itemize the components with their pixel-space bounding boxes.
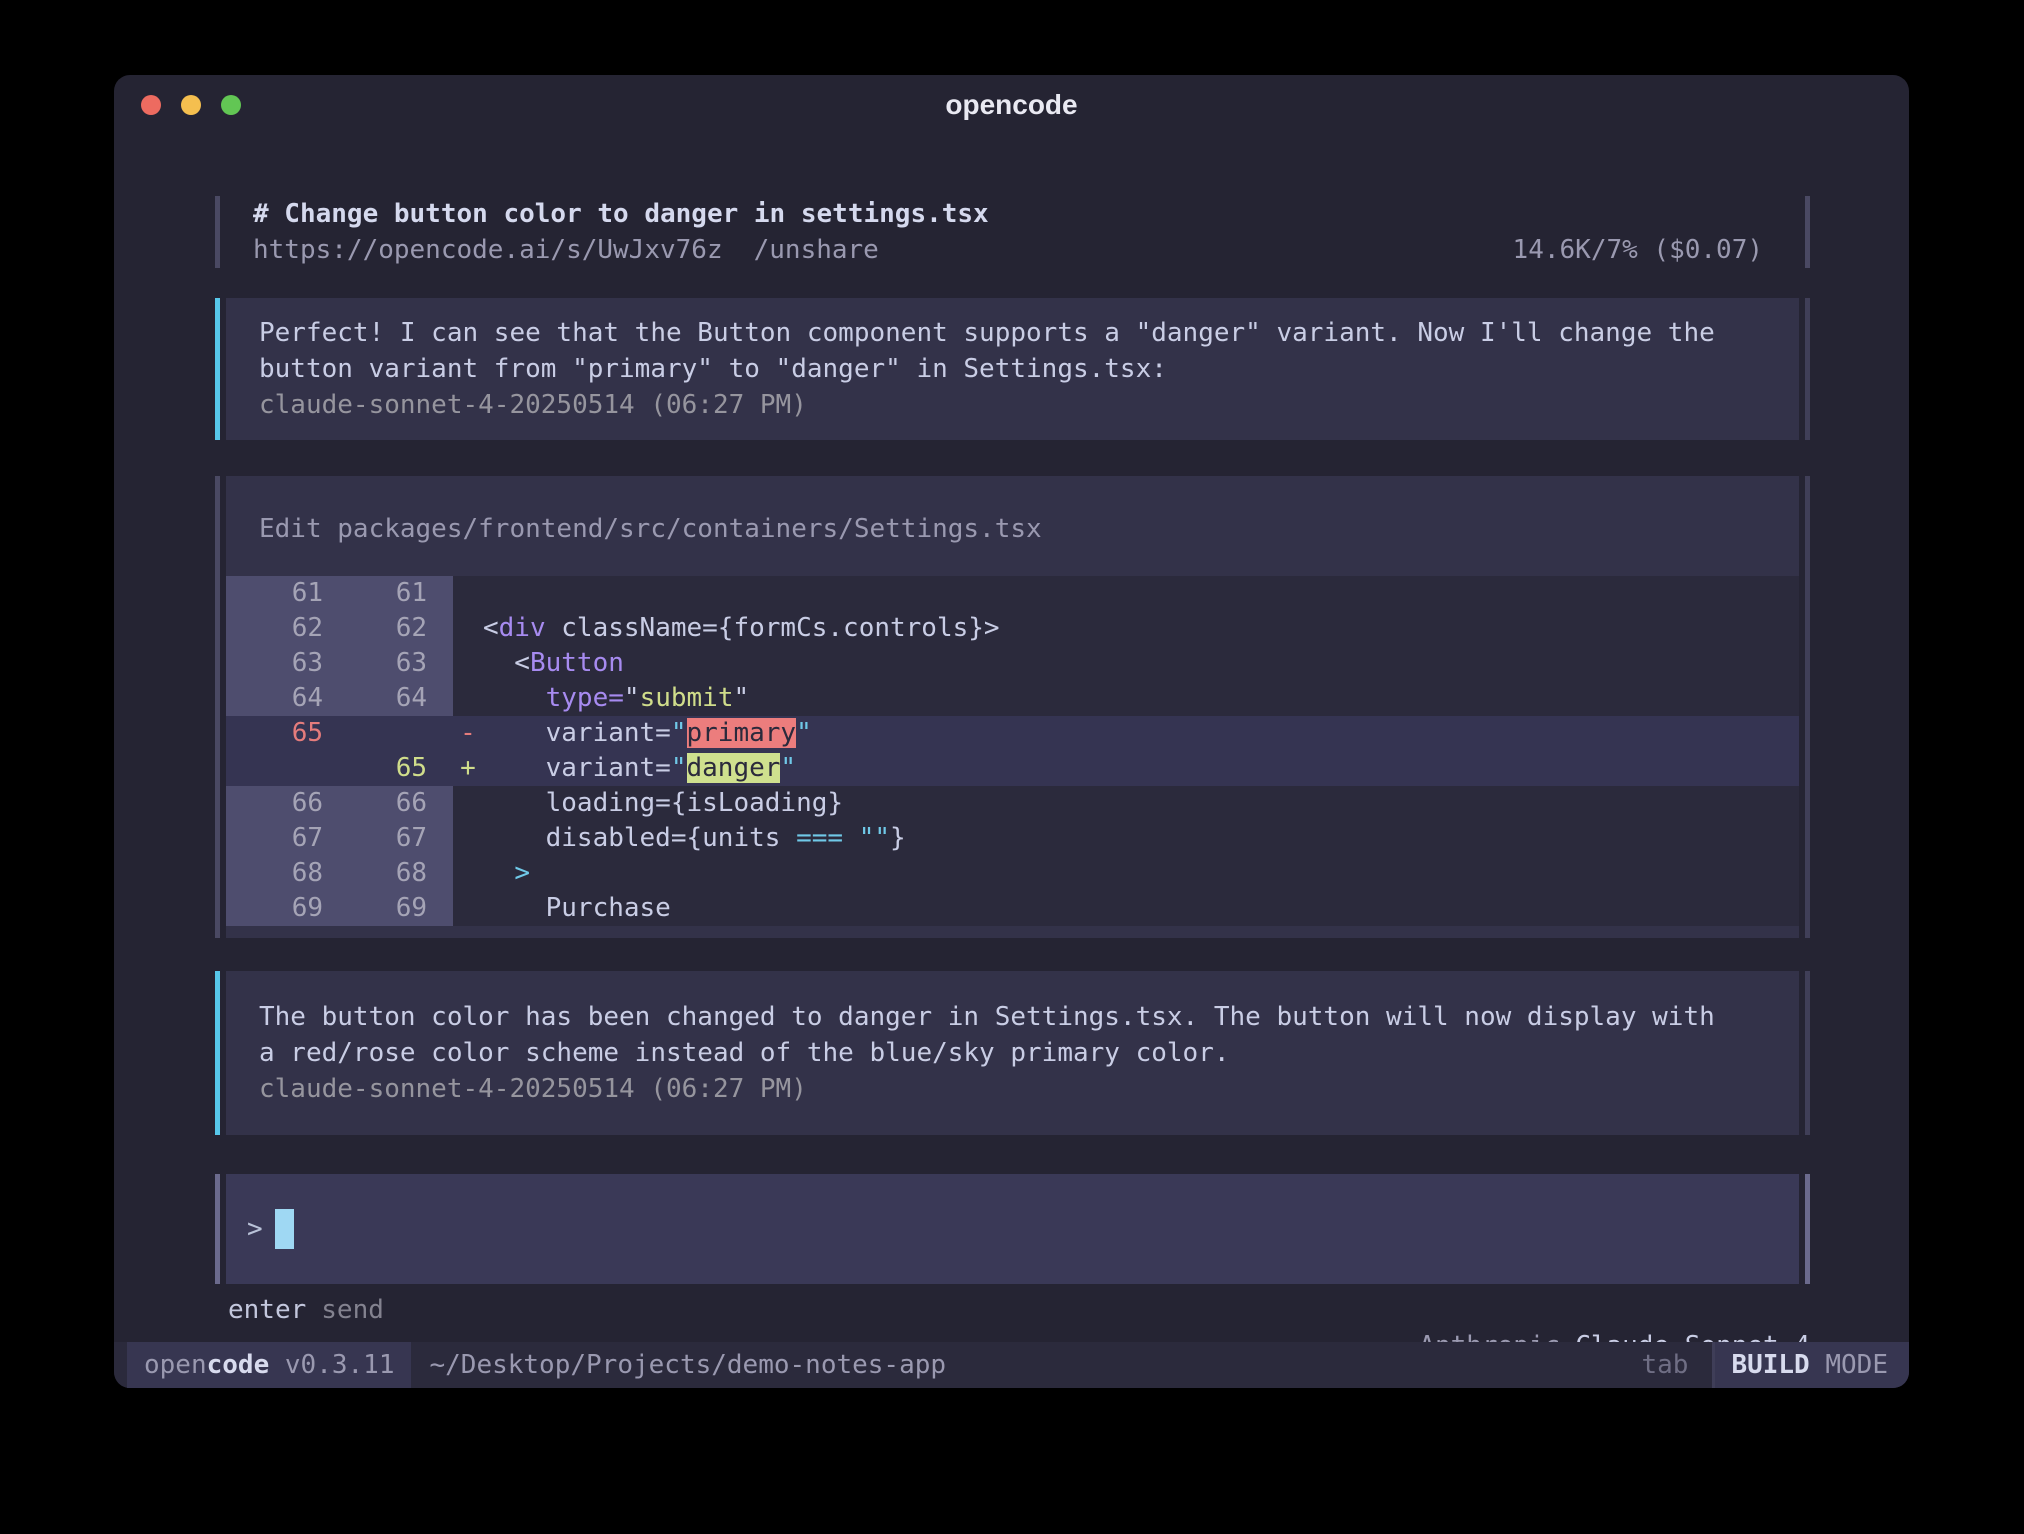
code-line: <div className={formCs.controls}>	[483, 611, 1000, 646]
diff-row: 6666 loading={isLoading}	[226, 786, 1799, 821]
old-line-number: 68	[226, 856, 323, 891]
code-line: loading={isLoading}	[483, 786, 843, 821]
opencode-window: opencode # Change button color to danger…	[114, 75, 1909, 1388]
old-line-number: 65	[226, 716, 323, 751]
message-right-border	[1805, 971, 1810, 1135]
assistant-message: The button color has been changed to dan…	[215, 971, 1810, 1135]
close-button[interactable]	[141, 95, 161, 115]
input-left-border	[215, 1174, 220, 1284]
app-version: v0.3.11	[269, 1350, 394, 1380]
diff-row: 6969 Purchase	[226, 891, 1799, 926]
traffic-lights	[141, 75, 241, 135]
mode-toggle[interactable]: BUILD MODE	[1715, 1342, 1909, 1388]
old-line-number: 63	[226, 646, 323, 681]
diff-row: 6767 disabled={units === ""}	[226, 821, 1799, 856]
diff-row-removed: 65 - variant="primary"	[226, 716, 1799, 751]
new-line-number: 68	[323, 856, 440, 891]
old-line-number	[226, 751, 323, 786]
old-line-number: 61	[226, 576, 323, 611]
diff-row: 6868 >	[226, 856, 1799, 891]
removed-sign: -	[453, 716, 483, 751]
unshare-command[interactable]: /unshare	[754, 232, 879, 268]
diff-row: 6161	[226, 576, 1799, 611]
old-line-number: 69	[226, 891, 323, 926]
old-line-number: 66	[226, 786, 323, 821]
message-text-line: button variant from "primary" to "danger…	[259, 351, 1766, 387]
added-sign: +	[453, 751, 483, 786]
new-line-number: 61	[323, 576, 440, 611]
diff-row-added: 65 + variant="danger"	[226, 751, 1799, 786]
message-meta: claude-sonnet-4-20250514 (06:27 PM)	[259, 387, 1766, 423]
mode-build-label: BUILD	[1731, 1350, 1809, 1380]
old-line-number: 62	[226, 611, 323, 646]
diff-view: 6161 6262 <div className={formCs.control…	[226, 576, 1799, 926]
session-header: # Change button color to danger in setti…	[215, 196, 1810, 268]
zoom-button[interactable]	[221, 95, 241, 115]
code-line: <Button	[483, 646, 624, 681]
working-directory: ~/Desktop/Projects/demo-notes-app	[429, 1350, 946, 1380]
send-label: send	[321, 1295, 384, 1325]
window-title: opencode	[945, 89, 1077, 121]
share-url-link[interactable]: https://opencode.ai/s/UwJxv76z	[253, 232, 723, 268]
tab-key-hint: tab	[1641, 1350, 1688, 1380]
code-line: variant="primary"	[483, 716, 812, 751]
titlebar: opencode	[114, 75, 1909, 135]
app-name-code: code	[207, 1350, 270, 1380]
diff-row: 6464 type="submit"	[226, 681, 1799, 716]
edit-right-border	[1805, 476, 1810, 938]
new-line-number: 64	[323, 681, 440, 716]
header-right-border	[1805, 196, 1810, 268]
new-line-number: 67	[323, 821, 440, 856]
old-line-number: 64	[226, 681, 323, 716]
new-line-number	[323, 716, 440, 751]
code-line: Purchase	[483, 891, 671, 926]
edit-left-border	[215, 476, 220, 938]
status-bar: opencode v0.3.11 ~/Desktop/Projects/demo…	[114, 1342, 1909, 1388]
code-line: >	[483, 856, 530, 891]
new-line-number: 62	[323, 611, 440, 646]
enter-key-hint: enter	[228, 1295, 306, 1325]
assistant-message: Perfect! I can see that the Button compo…	[215, 298, 1810, 440]
new-line-number: 69	[323, 891, 440, 926]
prompt-symbol: >	[247, 1214, 263, 1244]
diff-row: 6262 <div className={formCs.controls}>	[226, 611, 1799, 646]
app-version-chip: opencode v0.3.11	[127, 1342, 411, 1388]
message-text-line: a red/rose color scheme instead of the b…	[259, 1035, 1766, 1071]
code-line: variant="danger"	[483, 751, 796, 786]
message-text-line: Perfect! I can see that the Button compo…	[259, 315, 1766, 351]
code-line: disabled={units === ""}	[483, 821, 906, 856]
edit-tool-title: Edit packages/frontend/src/containers/Se…	[226, 476, 1799, 546]
text-cursor	[275, 1209, 294, 1249]
code-line: type="submit"	[483, 681, 749, 716]
old-line-number: 67	[226, 821, 323, 856]
app-name-open: open	[144, 1350, 207, 1380]
header-left-border	[215, 196, 220, 268]
edit-tool-panel: Edit packages/frontend/src/containers/Se…	[215, 476, 1810, 938]
new-line-number: 63	[323, 646, 440, 681]
added-word-highlight: danger	[687, 753, 781, 783]
message-accent-border	[215, 298, 220, 440]
session-title: # Change button color to danger in setti…	[253, 196, 1799, 232]
removed-word-highlight: primary	[687, 718, 797, 748]
diff-row: 6363 <Button	[226, 646, 1799, 681]
mode-mode-label: MODE	[1810, 1350, 1888, 1380]
main-content: # Change button color to danger in setti…	[215, 196, 1810, 1400]
new-line-number: 65	[323, 751, 440, 786]
message-text-line: The button color has been changed to dan…	[259, 999, 1766, 1035]
minimize-button[interactable]	[181, 95, 201, 115]
input-right-border	[1805, 1174, 1810, 1284]
message-accent-border	[215, 971, 220, 1135]
prompt-area: >	[215, 1174, 1810, 1284]
message-meta: claude-sonnet-4-20250514 (06:27 PM)	[259, 1071, 1766, 1107]
message-right-border	[1805, 298, 1810, 440]
new-line-number: 66	[323, 786, 440, 821]
prompt-input[interactable]: >	[226, 1174, 1799, 1284]
context-stats: 14.6K/7% ($0.07)	[1513, 232, 1763, 268]
